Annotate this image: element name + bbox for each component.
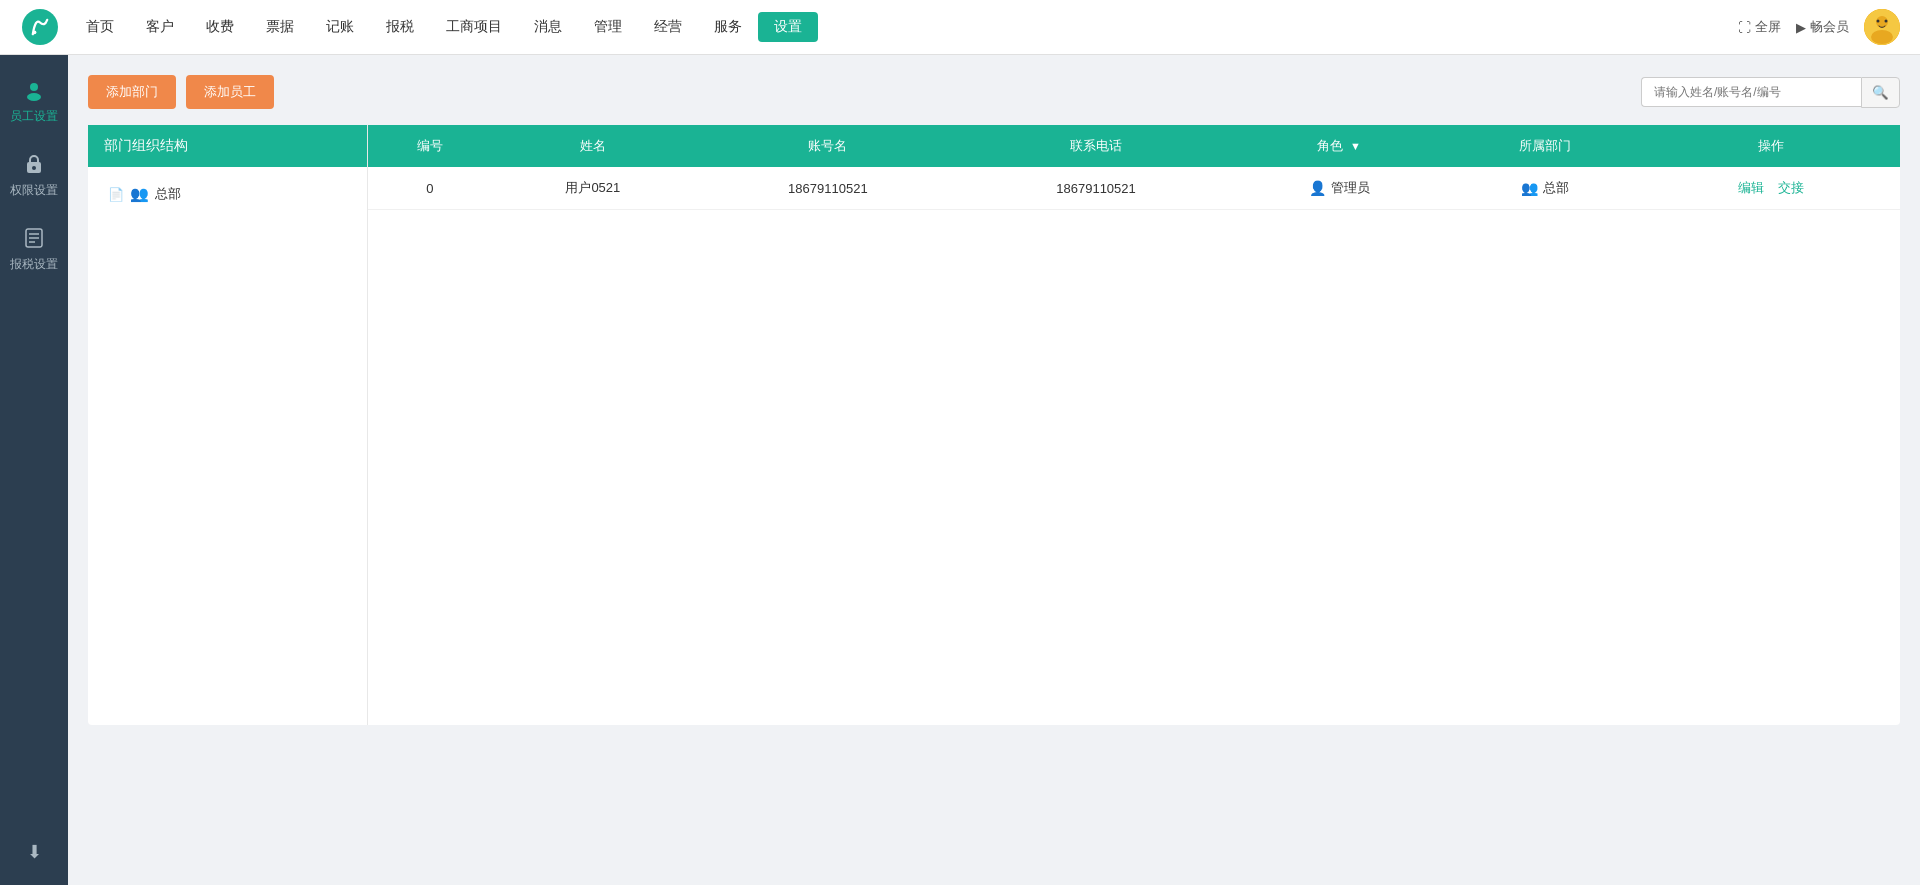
nav-manage[interactable]: 管理 — [578, 12, 638, 42]
col-id: 编号 — [368, 125, 492, 167]
role-filter-icon[interactable]: ▼ — [1350, 140, 1361, 152]
dept-tree-item-root[interactable]: 📄 👥 总部 — [98, 177, 357, 211]
sidebar-item-tax-settings[interactable]: 报税设置 — [0, 213, 68, 287]
cell-action: 编辑 交接 — [1642, 167, 1900, 210]
cell-phone: 18679110521 — [962, 167, 1230, 210]
sidebar-item-employee-label: 员工设置 — [10, 108, 58, 125]
col-role: 角色 ▼ — [1230, 125, 1448, 167]
nav-message[interactable]: 消息 — [518, 12, 578, 42]
dept-tree-header: 部门组织结构 — [88, 125, 367, 167]
table-body: 0 用户0521 18679110521 18679110521 👤 管理员 — [368, 167, 1900, 210]
dept-value: 总部 — [1543, 179, 1569, 197]
cell-role: 👤 管理员 — [1230, 167, 1448, 210]
nav-service[interactable]: 服务 — [698, 12, 758, 42]
member-label: 畅会员 — [1810, 18, 1849, 36]
svg-point-8 — [27, 93, 41, 101]
search-button[interactable]: 🔍 — [1861, 77, 1900, 108]
cell-name: 用户0521 — [492, 167, 694, 210]
logo — [10, 9, 70, 45]
nav-right-actions: ⛶ 全屏 ▶ 畅会员 — [1738, 9, 1900, 45]
employee-icon — [23, 79, 45, 104]
edit-link[interactable]: 编辑 — [1738, 180, 1764, 195]
top-navigation: 首页 客户 收费 票据 记账 报税 工商项目 消息 管理 经营 服务 设置 ⛶ … — [0, 0, 1920, 55]
svg-point-4 — [1871, 30, 1893, 44]
member-icon: ▶ — [1796, 20, 1806, 35]
role-value: 管理员 — [1331, 179, 1370, 197]
search-input[interactable] — [1641, 77, 1861, 107]
cell-id: 0 — [368, 167, 492, 210]
download-icon: ⬇ — [27, 843, 42, 861]
dept-user-icon-row: 👥 — [1521, 180, 1538, 196]
search-box: 🔍 — [1641, 77, 1900, 108]
fullscreen-icon: ⛶ — [1738, 20, 1751, 35]
transfer-link[interactable]: 交接 — [1778, 180, 1804, 195]
nav-industry[interactable]: 工商项目 — [430, 12, 518, 42]
nav-tax[interactable]: 报税 — [370, 12, 430, 42]
sidebar-item-permission-label: 权限设置 — [10, 182, 58, 199]
col-name: 姓名 — [492, 125, 694, 167]
dept-file-icon: 📄 — [108, 187, 124, 202]
cell-account: 18679110521 — [694, 167, 962, 210]
col-dept: 所属部门 — [1448, 125, 1642, 167]
fullscreen-button[interactable]: ⛶ 全屏 — [1738, 18, 1781, 36]
role-user-icon: 👤 — [1309, 180, 1326, 196]
lock-icon — [24, 153, 44, 178]
dept-tree-body: 📄 👥 总部 — [88, 167, 367, 221]
table-row: 0 用户0521 18679110521 18679110521 👤 管理员 — [368, 167, 1900, 210]
main-layout: 员工设置 权限设置 报税设置 — [0, 55, 1920, 885]
sidebar-bottom: ⬇ — [0, 829, 68, 885]
col-action: 操作 — [1642, 125, 1900, 167]
member-button[interactable]: ▶ 畅会员 — [1796, 18, 1849, 36]
svg-point-10 — [32, 166, 36, 170]
avatar[interactable] — [1864, 9, 1900, 45]
col-account: 账号名 — [694, 125, 962, 167]
dept-tree: 部门组织结构 📄 👥 总部 — [88, 125, 368, 725]
nav-bookkeeping[interactable]: 记账 — [310, 12, 370, 42]
svg-point-5 — [1877, 20, 1880, 23]
nav-operation[interactable]: 经营 — [638, 12, 698, 42]
col-phone: 联系电话 — [962, 125, 1230, 167]
nav-items: 首页 客户 收费 票据 记账 报税 工商项目 消息 管理 经营 服务 设置 — [70, 12, 1738, 42]
nav-invoice[interactable]: 票据 — [250, 12, 310, 42]
svg-point-7 — [30, 83, 38, 91]
employee-table: 编号 姓名 账号名 联系电话 角色 ▼ 所属部门 操作 — [368, 125, 1900, 725]
search-icon: 🔍 — [1872, 85, 1889, 100]
dept-item-label: 总部 — [155, 185, 181, 203]
sidebar-item-tax-label: 报税设置 — [10, 256, 58, 273]
cell-dept: 👥 总部 — [1448, 167, 1642, 210]
nav-home[interactable]: 首页 — [70, 12, 130, 42]
add-dept-button[interactable]: 添加部门 — [88, 75, 176, 109]
main-panel: 部门组织结构 📄 👥 总部 编号 姓名 账号名 — [88, 125, 1900, 725]
sidebar-item-permission[interactable]: 权限设置 — [0, 139, 68, 213]
employees-data-table: 编号 姓名 账号名 联系电话 角色 ▼ 所属部门 操作 — [368, 125, 1900, 210]
svg-point-0 — [22, 9, 58, 45]
svg-point-6 — [1885, 20, 1888, 23]
sidebar-download[interactable]: ⬇ — [0, 829, 68, 875]
toolbar: 添加部门 添加员工 🔍 — [88, 75, 1900, 109]
tax-settings-icon — [23, 227, 45, 252]
fullscreen-label: 全屏 — [1755, 18, 1781, 36]
col-role-label: 角色 — [1317, 138, 1343, 153]
table-header: 编号 姓名 账号名 联系电话 角色 ▼ 所属部门 操作 — [368, 125, 1900, 167]
sidebar-item-employee[interactable]: 员工设置 — [0, 65, 68, 139]
svg-point-1 — [33, 31, 37, 35]
content-area: 添加部门 添加员工 🔍 部门组织结构 📄 👥 总部 — [68, 55, 1920, 885]
nav-settings[interactable]: 设置 — [758, 12, 818, 42]
sidebar: 员工设置 权限设置 报税设置 — [0, 55, 68, 885]
dept-user-icon: 👥 — [130, 185, 149, 203]
nav-customer[interactable]: 客户 — [130, 12, 190, 42]
add-employee-button[interactable]: 添加员工 — [186, 75, 274, 109]
nav-charge[interactable]: 收费 — [190, 12, 250, 42]
